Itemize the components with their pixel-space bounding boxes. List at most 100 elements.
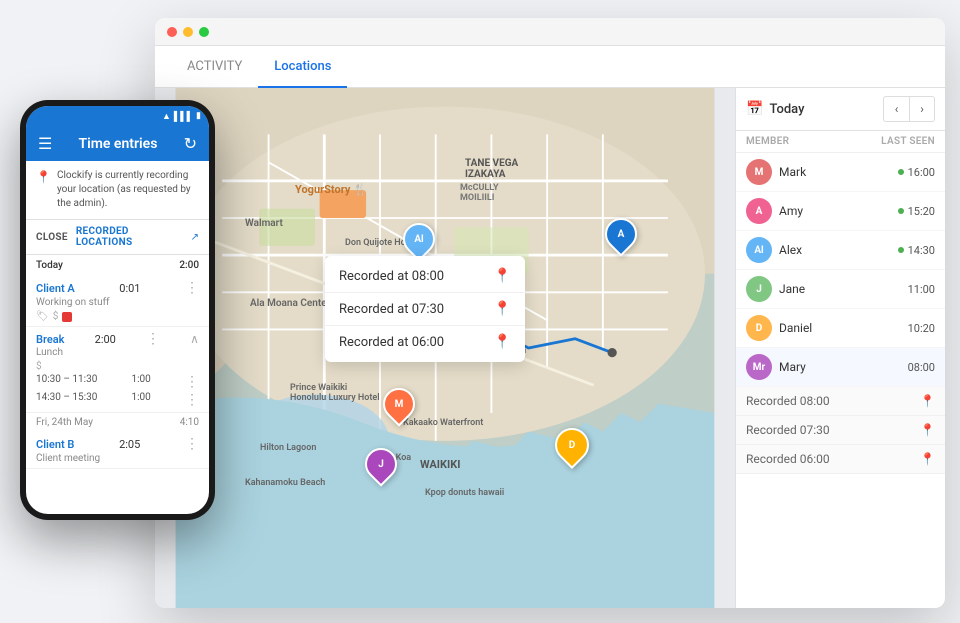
today-duration: 2:00 <box>179 260 199 271</box>
window-titlebar <box>155 18 945 46</box>
member-row-alex[interactable]: Al Alex 14:30 <box>736 231 945 270</box>
online-dot-alex <box>898 247 904 253</box>
col-last-seen: LAST SEEN <box>881 136 935 147</box>
popup-item-3[interactable]: Recorded at 06:00 📍 <box>325 326 525 358</box>
tab-locations[interactable]: Locations <box>258 46 347 88</box>
recorded-label-1: Recorded 08:00 <box>746 394 830 408</box>
map-pin-user1[interactable]: Al <box>403 223 435 255</box>
phone-entry-client-a: Client A 0:01 ⋮ Working on stuff 🏷 $ <box>26 276 209 327</box>
close-recorded-bar: CLOSE RECORDED LOCATIONS ↗ <box>26 220 209 255</box>
phone-screen: ▲ ▌▌▌ ▮ ☰ Time entries ↻ 📍 Clockify is c… <box>26 106 209 514</box>
prev-arrow[interactable]: ‹ <box>883 96 909 122</box>
map-pin-user4[interactable]: J <box>365 448 397 480</box>
break-time-row-2: 14:30 – 15:30 1:00 ⋮ <box>36 392 199 408</box>
phone-status-bar: ▲ ▌▌▌ ▮ <box>26 106 209 126</box>
right-sidebar: 📅 Today ‹ › MEMBER LAST SEEN M <box>735 88 945 608</box>
entry-sub-b: Client meeting <box>36 453 199 464</box>
entry-name-a[interactable]: Client A <box>36 282 75 295</box>
map-pin-user3[interactable]: M <box>383 388 415 420</box>
break-tag-s: $ <box>36 361 42 372</box>
col-member: MEMBER <box>746 136 789 147</box>
popup-label-1: Recorded at 08:00 <box>339 269 444 284</box>
member-list: M Mark 16:00 A Amy 15:20 Al <box>736 153 945 608</box>
break-tags: $ <box>36 361 199 372</box>
break-time-row-1: 10:30 – 11:30 1:00 ⋮ <box>36 374 199 390</box>
break-range-2: 14:30 – 15:30 <box>36 392 97 408</box>
table-header: MEMBER LAST SEEN <box>736 131 945 153</box>
fri-label: Fri, 24th May <box>36 417 93 428</box>
phone-header: ☰ Time entries ↻ <box>26 126 209 161</box>
avatar-amy: A <box>746 198 772 224</box>
entry-header-break: Break 2:00 ⋮ ∧ <box>36 331 199 347</box>
break-dur-2: 1:00 <box>132 392 151 408</box>
break-more-1[interactable]: ⋮ <box>185 374 199 390</box>
calendar-icon: 📅 <box>746 101 763 117</box>
avatar-jane: J <box>746 276 772 302</box>
avatar-alex: Al <box>746 237 772 263</box>
wifi-icon: ▲ <box>162 111 171 122</box>
online-dot-amy <box>898 208 904 214</box>
hamburger-icon[interactable]: ☰ <box>38 134 52 153</box>
entry-more-a[interactable]: ⋮ <box>185 280 199 296</box>
avatar-mark: M <box>746 159 772 185</box>
tab-activity[interactable]: ACTIVITY <box>171 46 258 88</box>
map-pin-user2[interactable]: A <box>605 218 637 250</box>
entry-time-a: 0:01 <box>119 282 140 295</box>
close-button[interactable]: CLOSE <box>36 232 68 243</box>
member-row-daniel[interactable]: D Daniel 10:20 <box>736 309 945 348</box>
today-text: Today <box>36 260 63 271</box>
external-link-icon[interactable]: ↗ <box>191 232 199 243</box>
member-row-amy[interactable]: A Amy 15:20 <box>736 192 945 231</box>
name-mark: Mark <box>779 165 898 179</box>
entry-name-b[interactable]: Client B <box>36 438 74 451</box>
window-inner: YogurStory 🍴 Walmart TANE VEGAIZAKAYA Mc… <box>155 88 945 608</box>
break-more-2[interactable]: ⋮ <box>185 392 199 408</box>
alert-text: Clockify is currently recording your loc… <box>57 169 199 211</box>
name-daniel: Daniel <box>779 321 908 335</box>
phone-entry-break: Break 2:00 ⋮ ∧ Lunch $ 10:30 – 11:30 1:0… <box>26 327 209 413</box>
phone-alert: 📍 Clockify is currently recording your l… <box>26 161 209 220</box>
time-daniel: 10:20 <box>908 322 935 335</box>
break-sub-times: 10:30 – 11:30 1:00 ⋮ 14:30 – 15:30 1:00 … <box>36 374 199 408</box>
entry-sub-a: Working on stuff <box>36 297 199 308</box>
close-dot[interactable] <box>167 27 177 37</box>
popup-item-1[interactable]: Recorded at 08:00 📍 <box>325 260 525 293</box>
break-name[interactable]: Break <box>36 333 64 346</box>
popup-pin-1: 📍 <box>494 268 511 284</box>
name-amy: Amy <box>779 204 898 218</box>
popup-label-2: Recorded at 07:30 <box>339 302 444 317</box>
mobile-phone: ▲ ▌▌▌ ▮ ☰ Time entries ↻ 📍 Clockify is c… <box>20 100 215 520</box>
break-sub: Lunch <box>36 347 199 358</box>
phone-date-row: Fri, 24th May 4:10 <box>26 413 209 432</box>
signal-icon: ▌▌▌ <box>174 111 193 122</box>
refresh-icon[interactable]: ↻ <box>184 134 197 153</box>
chevron-up-icon[interactable]: ∧ <box>190 332 199 346</box>
recorded-locations-button[interactable]: RECORDED LOCATIONS <box>76 226 183 248</box>
recorded-row-3[interactable]: Recorded 06:00 📍 <box>736 445 945 474</box>
break-more[interactable]: ⋮ <box>146 331 160 347</box>
member-row-mark[interactable]: M Mark 16:00 <box>736 153 945 192</box>
map-container: YogurStory 🍴 Walmart TANE VEGAIZAKAYA Mc… <box>155 88 735 608</box>
member-row-mary[interactable]: Mr Mary 08:00 <box>736 348 945 387</box>
fri-duration: 4:10 <box>180 417 199 428</box>
map-area[interactable]: YogurStory 🍴 Walmart TANE VEGAIZAKAYA Mc… <box>155 88 735 608</box>
popup-item-2[interactable]: Recorded at 07:30 📍 <box>325 293 525 326</box>
time-mark: 16:00 <box>908 166 935 179</box>
stop-button-a[interactable] <box>62 312 72 322</box>
next-arrow[interactable]: › <box>909 96 935 122</box>
member-row-jane[interactable]: J Jane 11:00 <box>736 270 945 309</box>
tag-s-a: $ <box>53 311 59 322</box>
nav-arrows: ‹ › <box>883 96 935 122</box>
sidebar-header: 📅 Today ‹ › <box>736 88 945 131</box>
entry-header-a: Client A 0:01 ⋮ <box>36 280 199 296</box>
recorded-row-2[interactable]: Recorded 07:30 📍 <box>736 416 945 445</box>
minimize-dot[interactable] <box>183 27 193 37</box>
time-amy: 15:20 <box>908 205 935 218</box>
maximize-dot[interactable] <box>199 27 209 37</box>
battery-icon: ▮ <box>196 111 201 121</box>
map-pin-user5[interactable]: D <box>555 428 589 462</box>
entry-more-b[interactable]: ⋮ <box>185 436 199 452</box>
name-alex: Alex <box>779 243 898 257</box>
recorded-row-1[interactable]: Recorded 08:00 📍 <box>736 387 945 416</box>
today-group: 📅 Today <box>746 101 804 117</box>
